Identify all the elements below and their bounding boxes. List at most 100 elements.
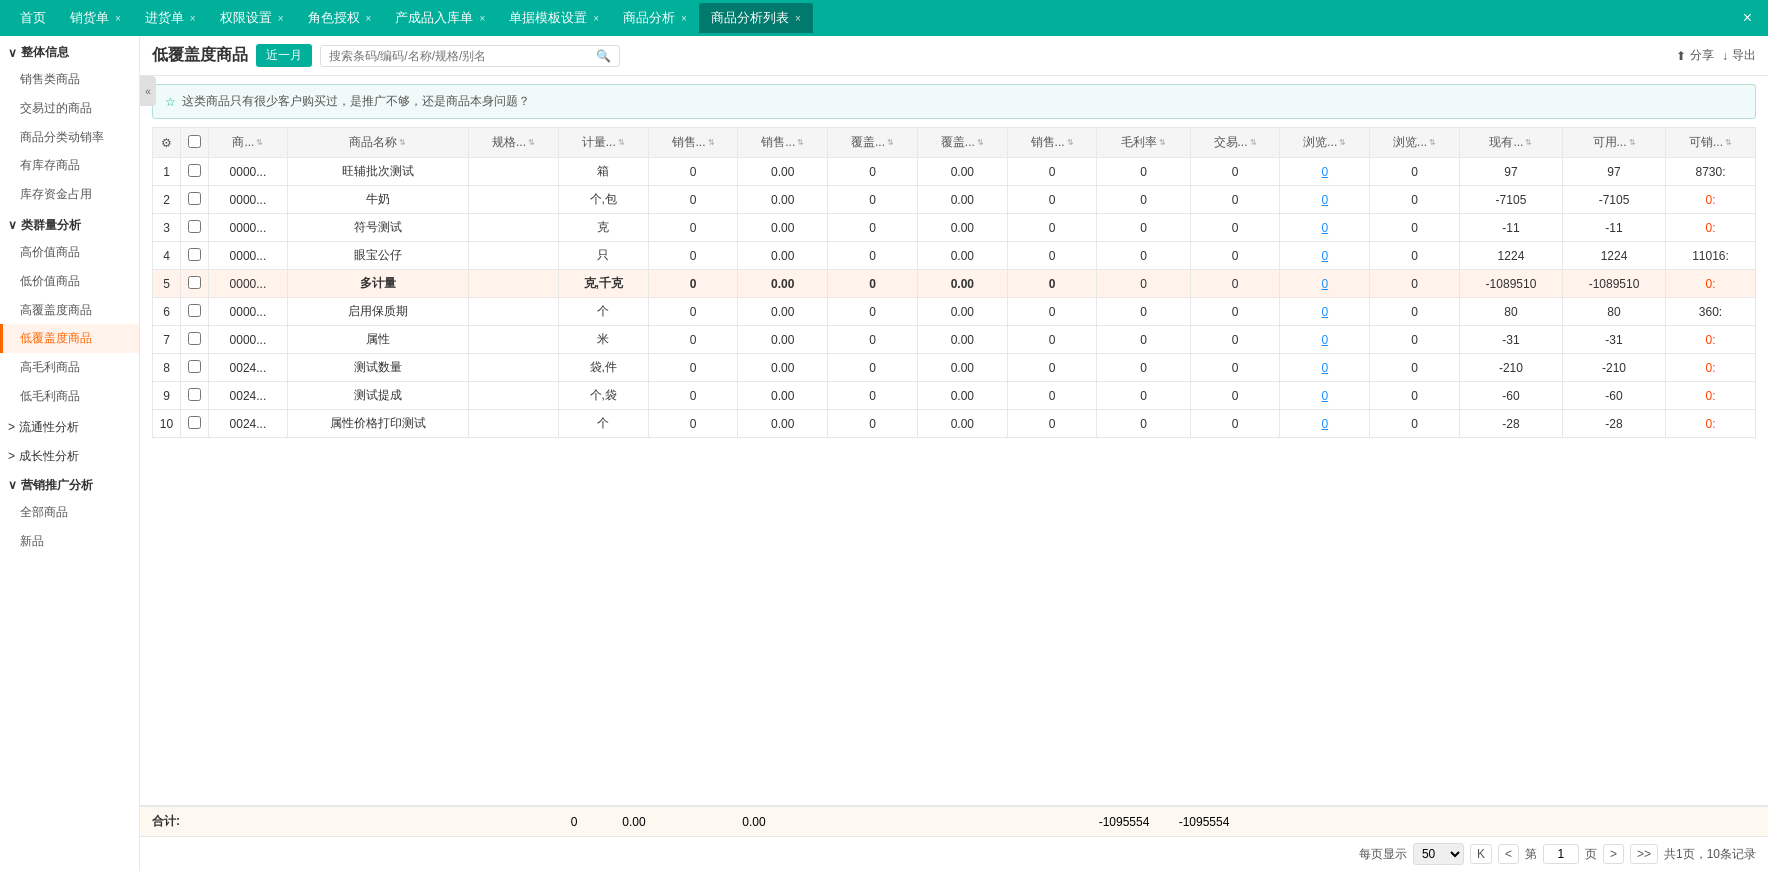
sidebar-collapse-button[interactable]: «: [140, 76, 156, 106]
browse-link[interactable]: 0: [1321, 417, 1328, 431]
browse-link[interactable]: 0: [1321, 221, 1328, 235]
row-current-stock: -210: [1459, 354, 1562, 382]
export-button[interactable]: ↓ 导出: [1722, 47, 1756, 64]
row-current-stock: 80: [1459, 298, 1562, 326]
close-icon[interactable]: ×: [593, 13, 599, 24]
nav-tab-purchase[interactable]: 进货单 ×: [133, 3, 208, 33]
sidebar-item-high-margin[interactable]: 高毛利商品: [0, 353, 139, 382]
sidebar-item-low-coverage[interactable]: 低覆盖度商品: [0, 324, 139, 353]
row-gross-margin: 0: [1097, 410, 1190, 438]
close-icon[interactable]: ×: [115, 13, 121, 24]
last-page-button[interactable]: >>: [1630, 844, 1658, 864]
search-icon[interactable]: 🔍: [596, 49, 611, 63]
select-all-checkbox[interactable]: [188, 135, 201, 148]
row-trade: 0: [1190, 214, 1280, 242]
page-number-input[interactable]: [1543, 844, 1579, 864]
row-unit: 只: [558, 242, 648, 270]
row-name: 属性: [287, 326, 468, 354]
row-current-stock: -28: [1459, 410, 1562, 438]
row-checkbox-cell: [181, 354, 209, 382]
row-cover1: 0: [828, 270, 918, 298]
sidebar-item-high-value[interactable]: 高价值商品: [0, 238, 139, 267]
sidebar-item-new-products[interactable]: 新品: [0, 527, 139, 556]
row-browse1: 0: [1280, 214, 1370, 242]
nav-tab-sales[interactable]: 销货单 ×: [58, 3, 133, 33]
th-spec-label: 规格...: [492, 135, 526, 149]
nav-tab-home[interactable]: 首页: [8, 3, 58, 33]
sidebar-item-category-turnover[interactable]: 商品分类动销率: [0, 123, 139, 152]
browse-link[interactable]: 0: [1321, 361, 1328, 375]
row-checkbox[interactable]: [188, 332, 201, 345]
sidebar-section-overall[interactable]: ∨ 整体信息: [0, 36, 139, 65]
browse-link[interactable]: 0: [1321, 277, 1328, 291]
nav-tab-analysis-list[interactable]: 商品分析列表 ×: [699, 3, 813, 33]
browse-link[interactable]: 0: [1321, 389, 1328, 403]
row-checkbox[interactable]: [188, 192, 201, 205]
sidebar-item-high-coverage[interactable]: 高覆盖度商品: [0, 296, 139, 325]
share-button[interactable]: ⬆ 分享: [1676, 47, 1714, 64]
browse-link[interactable]: 0: [1321, 305, 1328, 319]
next-page-button[interactable]: >: [1603, 844, 1624, 864]
sidebar-section-cluster[interactable]: ∨ 类群量分析: [0, 209, 139, 238]
row-checkbox[interactable]: [188, 388, 201, 401]
row-browse2: 0: [1370, 242, 1460, 270]
sidebar-item-all-products[interactable]: 全部商品: [0, 498, 139, 527]
filter-period-button[interactable]: 近一月: [256, 44, 312, 67]
row-checkbox[interactable]: [188, 416, 201, 429]
sidebar-section-growth[interactable]: > 成长性分析: [0, 440, 139, 469]
close-icon[interactable]: ×: [366, 13, 372, 24]
row-saleable: 360:: [1666, 298, 1756, 326]
th-checkbox[interactable]: [181, 128, 209, 158]
row-sales-amt: 0.00: [738, 158, 828, 186]
sidebar-item-in-stock[interactable]: 有库存商品: [0, 151, 139, 180]
th-settings[interactable]: ⚙: [153, 128, 181, 158]
sidebar-section-liquidity[interactable]: > 流通性分析: [0, 411, 139, 440]
table-row: 20000...牛奶个,包00.0000.0000000-7105-71050:: [153, 186, 1756, 214]
row-checkbox[interactable]: [188, 276, 201, 289]
th-gross-margin: 毛利率⇅: [1097, 128, 1190, 158]
row-checkbox[interactable]: [188, 164, 201, 177]
nav-tab-template[interactable]: 单据模板设置 ×: [497, 3, 611, 33]
row-checkbox[interactable]: [188, 220, 201, 233]
row-saleable: 0:: [1666, 326, 1756, 354]
browse-link[interactable]: 0: [1321, 333, 1328, 347]
row-checkbox[interactable]: [188, 360, 201, 373]
row-number: 8: [153, 354, 181, 382]
close-icon[interactable]: ×: [681, 13, 687, 24]
row-browse2: 0: [1370, 326, 1460, 354]
nav-tab-permissions[interactable]: 权限设置 ×: [208, 3, 296, 33]
close-icon[interactable]: ×: [278, 13, 284, 24]
close-icon[interactable]: ×: [190, 13, 196, 24]
row-sales3: 0: [1007, 410, 1097, 438]
close-icon[interactable]: ×: [479, 13, 485, 24]
nav-tab-product-in[interactable]: 产成品入库单 ×: [383, 3, 497, 33]
first-page-button[interactable]: K: [1470, 844, 1492, 864]
browse-link[interactable]: 0: [1321, 165, 1328, 179]
sidebar-item-sales-products[interactable]: 销售类商品: [0, 65, 139, 94]
nav-tab-roles[interactable]: 角色授权 ×: [296, 3, 384, 33]
row-cover2: 0.00: [917, 270, 1007, 298]
sidebar-item-low-value[interactable]: 低价值商品: [0, 267, 139, 296]
prev-page-button[interactable]: <: [1498, 844, 1519, 864]
row-cover1: 0: [828, 242, 918, 270]
row-sales-qty: 0: [648, 298, 738, 326]
sidebar-item-stock-capital[interactable]: 库存资金占用: [0, 180, 139, 209]
row-checkbox[interactable]: [188, 304, 201, 317]
browse-link[interactable]: 0: [1321, 249, 1328, 263]
row-available-stock: -28: [1563, 410, 1666, 438]
row-sales-amt: 0.00: [738, 298, 828, 326]
th-trade: 交易...⇅: [1190, 128, 1280, 158]
search-input[interactable]: [329, 49, 596, 63]
sidebar-item-traded-products[interactable]: 交易过的商品: [0, 94, 139, 123]
sidebar-item-low-margin[interactable]: 低毛利商品: [0, 382, 139, 411]
row-checkbox[interactable]: [188, 248, 201, 261]
page-size-select[interactable]: 50 20 100: [1413, 843, 1464, 865]
window-close-button[interactable]: ×: [1735, 9, 1760, 27]
close-icon[interactable]: ×: [795, 13, 801, 24]
nav-tab-analysis[interactable]: 商品分析 ×: [611, 3, 699, 33]
sidebar-section-marketing[interactable]: ∨ 营销推广分析: [0, 469, 139, 498]
browse-link[interactable]: 0: [1321, 193, 1328, 207]
row-sales-qty: 0: [648, 326, 738, 354]
th-available-stock-label: 可用...: [1593, 135, 1627, 149]
row-cover1: 0: [828, 186, 918, 214]
